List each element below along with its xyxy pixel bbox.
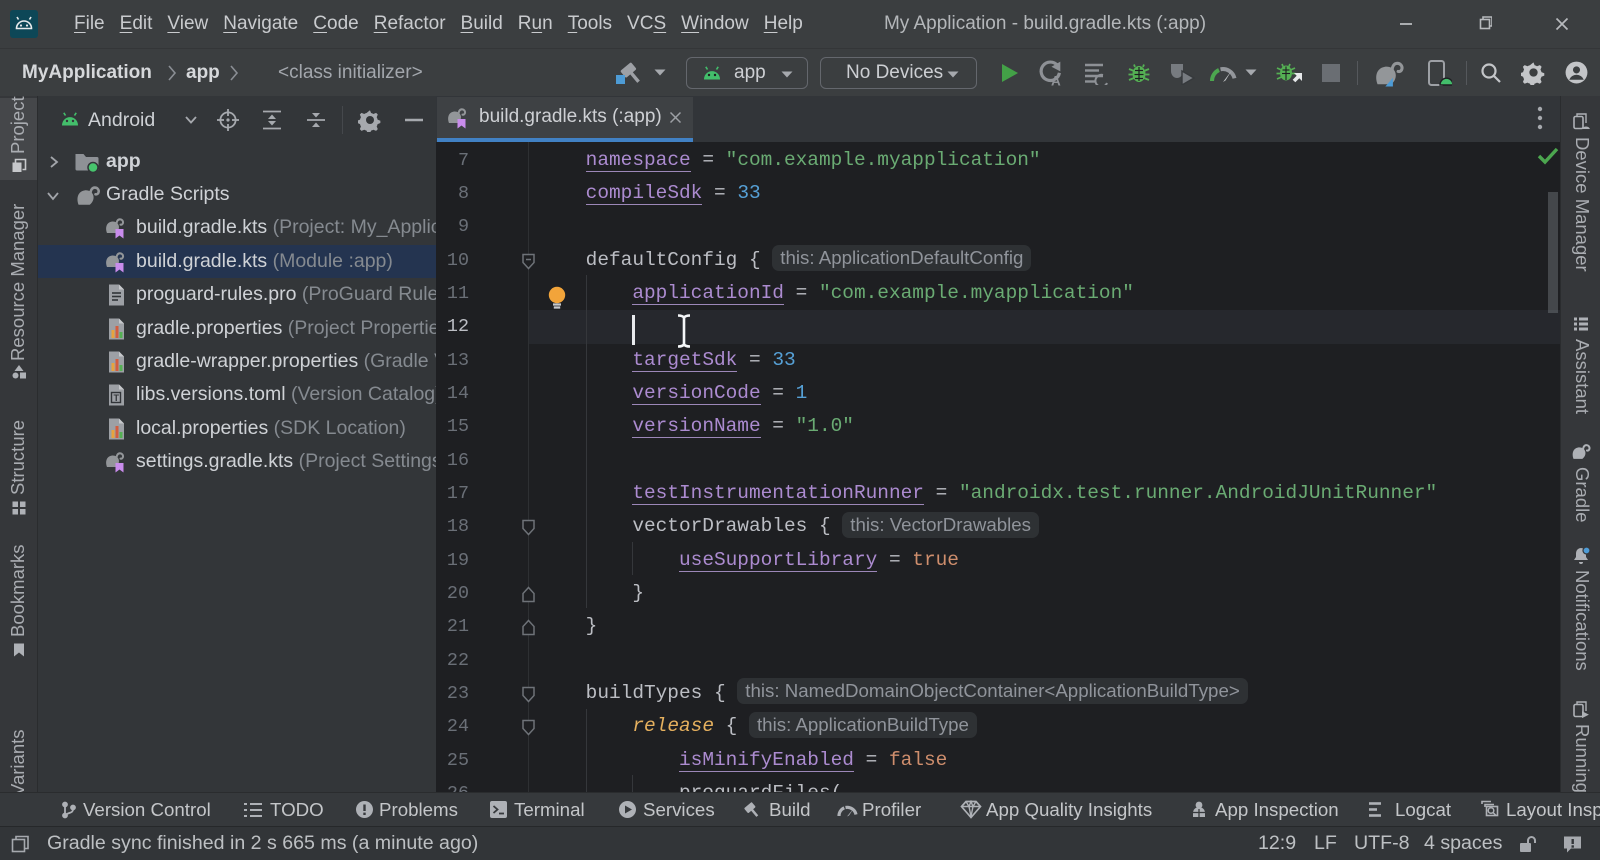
svg-text:T: T: [114, 393, 120, 403]
svg-text:▶: ▶: [1582, 709, 1589, 718]
svg-text:A: A: [1051, 74, 1061, 87]
